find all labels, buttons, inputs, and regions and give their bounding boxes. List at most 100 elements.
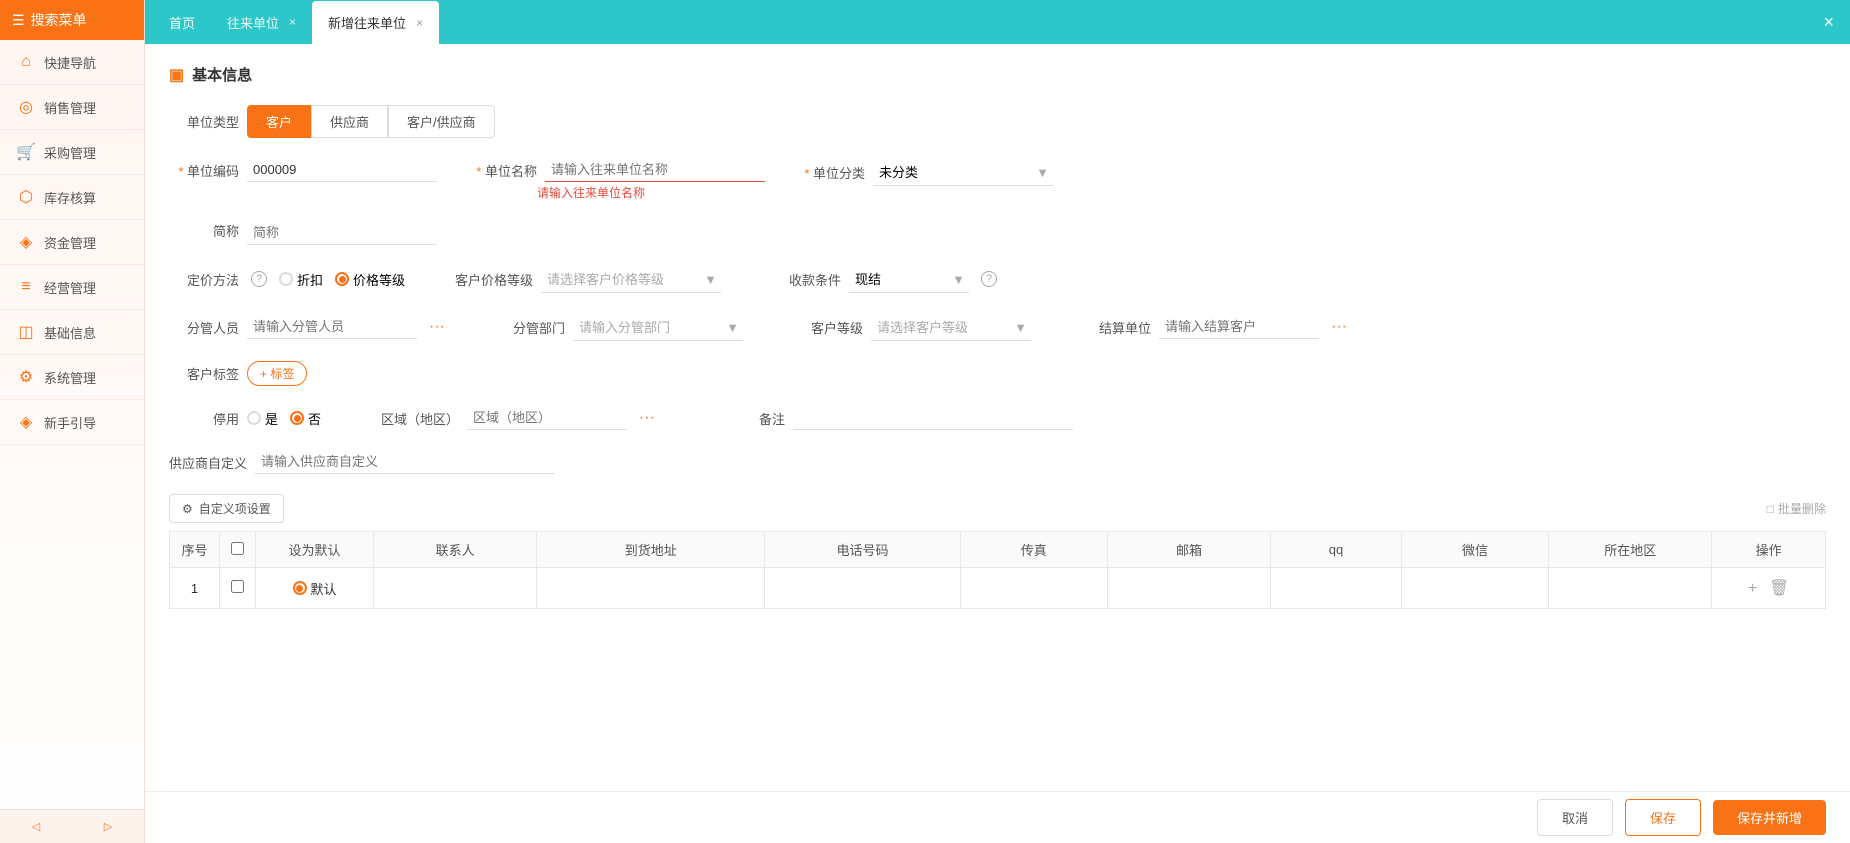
tab-partners-close[interactable]: × bbox=[289, 15, 296, 29]
row-contact-input[interactable] bbox=[415, 581, 495, 596]
settings-gear-icon: ⚙ bbox=[182, 502, 193, 516]
row-fax-input[interactable] bbox=[999, 581, 1069, 596]
row-add-button[interactable]: + bbox=[1744, 578, 1761, 600]
row-email-input[interactable] bbox=[1149, 581, 1229, 596]
unit-type-customer[interactable]: 客户 bbox=[247, 105, 311, 138]
sidebar-bottom-left[interactable]: ◁ bbox=[0, 810, 72, 843]
sidebar-item-inventory[interactable]: ⬡ 库存核算 bbox=[0, 175, 144, 220]
sidebar-bottom: ◁ ▷ bbox=[0, 809, 144, 843]
unit-category-select-wrapper: 未分类 ▼ bbox=[873, 158, 1053, 186]
pricing-discount-label: 折扣 bbox=[297, 270, 323, 289]
purchase-icon: 🛒 bbox=[16, 142, 36, 162]
department-select-wrapper[interactable]: 请输入分管部门 ▼ bbox=[573, 313, 743, 341]
table-section: ⚙ 自定义项设置 □ 批量删除 序号 设为默认 联系人 bbox=[169, 494, 1826, 609]
col-action: 操作 bbox=[1712, 532, 1826, 568]
customer-level-select-wrapper[interactable]: 请选择客户等级 ▼ bbox=[871, 313, 1031, 341]
add-tag-button[interactable]: + 标签 bbox=[247, 361, 307, 386]
unit-type-group: 客户 供应商 客户/供应商 bbox=[247, 105, 495, 138]
unit-type-row: 单位类型 客户 供应商 客户/供应商 bbox=[169, 105, 1826, 138]
pricing-level-label: 价格等级 bbox=[353, 270, 405, 289]
col-wechat: 微信 bbox=[1402, 532, 1549, 568]
sidebar-item-finance[interactable]: ◈ 资金管理 bbox=[0, 220, 144, 265]
col-region: 所在地区 bbox=[1549, 532, 1712, 568]
cancel-button[interactable]: 取消 bbox=[1537, 799, 1613, 836]
tab-new-partner-close[interactable]: × bbox=[416, 16, 423, 30]
settlement-unit-input[interactable] bbox=[1159, 315, 1319, 339]
unit-type-both[interactable]: 客户/供应商 bbox=[388, 105, 495, 138]
unit-name-label: 单位名称 bbox=[467, 161, 537, 180]
disabled-no-option[interactable]: 否 bbox=[290, 409, 321, 428]
pricing-level-option[interactable]: 价格等级 bbox=[335, 270, 405, 289]
section-title: 基本信息 bbox=[192, 64, 252, 85]
custom-settings-button[interactable]: ⚙ 自定义项设置 bbox=[169, 494, 284, 523]
sidebar-label-sales: 销售管理 bbox=[44, 98, 96, 117]
remark-field: 备注 bbox=[715, 406, 1073, 430]
tab-home[interactable]: 首页 bbox=[153, 0, 211, 44]
sidebar-item-guide[interactable]: ◈ 新手引导 bbox=[0, 400, 144, 445]
row-checkbox[interactable] bbox=[231, 580, 244, 593]
close-all-tabs[interactable]: × bbox=[1823, 12, 1834, 33]
row-wechat-input[interactable] bbox=[1440, 581, 1510, 596]
row-address-input[interactable] bbox=[591, 581, 711, 596]
section-icon: ▣ bbox=[169, 65, 184, 85]
customer-price-select-wrapper[interactable]: 请选择客户价格等级 ▼ bbox=[541, 265, 721, 293]
manager-input[interactable] bbox=[247, 315, 417, 339]
select-all-checkbox[interactable] bbox=[231, 542, 244, 555]
tabs-bar: 首页 往来单位 × 新增往来单位 × × bbox=[145, 0, 1850, 44]
save-new-button[interactable]: 保存并新增 bbox=[1713, 800, 1826, 835]
row-default-cell: 默认 bbox=[256, 568, 374, 609]
pricing-help-icon[interactable]: ? bbox=[251, 271, 267, 287]
unit-code-label: 单位编码 bbox=[169, 161, 239, 180]
supplier-custom-input[interactable] bbox=[255, 450, 555, 474]
table-settings-bar: ⚙ 自定义项设置 □ 批量删除 bbox=[169, 494, 1826, 523]
manager-label: 分管人员 bbox=[169, 318, 239, 337]
home-icon: ⌂ bbox=[16, 52, 36, 72]
save-button[interactable]: 保存 bbox=[1625, 799, 1701, 836]
unit-name-error: 请输入往来单位名称 bbox=[537, 184, 765, 201]
sidebar-bottom-right[interactable]: ▷ bbox=[72, 810, 144, 843]
remark-label: 备注 bbox=[715, 409, 785, 428]
row-email bbox=[1107, 568, 1270, 609]
row-default-radio-item[interactable]: 默认 bbox=[266, 579, 363, 598]
region-dots[interactable]: ··· bbox=[639, 409, 655, 427]
disabled-yes-option[interactable]: 是 bbox=[247, 409, 278, 428]
yes-label: 是 bbox=[265, 409, 278, 428]
operations-icon: ≡ bbox=[16, 277, 36, 297]
sidebar-label-guide: 新手引导 bbox=[44, 413, 96, 432]
tab-new-partner[interactable]: 新增往来单位 × bbox=[312, 1, 439, 45]
sidebar-item-operations[interactable]: ≡ 经营管理 bbox=[0, 265, 144, 310]
custom-settings-label: 自定义项设置 bbox=[199, 500, 271, 517]
pricing-discount-option[interactable]: 折扣 bbox=[279, 270, 323, 289]
disabled-yes-radio bbox=[247, 411, 261, 425]
row-qq-input[interactable] bbox=[1306, 581, 1366, 596]
department-label: 分管部门 bbox=[495, 318, 565, 337]
unit-type-supplier[interactable]: 供应商 bbox=[311, 105, 388, 138]
manager-dots[interactable]: ··· bbox=[429, 318, 445, 336]
sidebar-label-finance: 资金管理 bbox=[44, 233, 96, 252]
sidebar-item-basic[interactable]: ◫ 基础信息 bbox=[0, 310, 144, 355]
payment-terms-select-wrapper[interactable]: 现结 ▼ bbox=[849, 265, 969, 293]
short-name-input[interactable] bbox=[247, 221, 437, 245]
unit-name-input[interactable] bbox=[545, 158, 765, 182]
customer-tag-label: 客户标签 bbox=[169, 364, 239, 383]
region-field: 区域（地区） ··· bbox=[381, 406, 655, 430]
row-delete-button[interactable]: 🗑 bbox=[1765, 576, 1793, 600]
tab-partners[interactable]: 往来单位 × bbox=[211, 0, 312, 44]
sidebar-item-system[interactable]: ⚙ 系统管理 bbox=[0, 355, 144, 400]
sidebar-item-purchase[interactable]: 🛒 采购管理 bbox=[0, 130, 144, 175]
sidebar-search[interactable]: ☰ 搜索菜单 bbox=[0, 0, 144, 40]
guide-icon: ◈ bbox=[16, 412, 36, 432]
sidebar-item-sales[interactable]: ◎ 销售管理 bbox=[0, 85, 144, 130]
payment-help-icon[interactable]: ? bbox=[981, 271, 997, 287]
region-input[interactable] bbox=[467, 406, 627, 430]
sidebar-item-quick-nav[interactable]: ⌂ 快捷导航 bbox=[0, 40, 144, 85]
settlement-dots[interactable]: ··· bbox=[1331, 318, 1347, 336]
row-phone-input[interactable] bbox=[812, 581, 912, 596]
row-region bbox=[1549, 568, 1712, 609]
remark-input[interactable] bbox=[793, 406, 1073, 430]
unit-code-input[interactable] bbox=[247, 158, 437, 182]
sidebar-label-inventory: 库存核算 bbox=[44, 188, 96, 207]
row-region-input[interactable] bbox=[1590, 581, 1670, 596]
batch-delete-button[interactable]: □ 批量删除 bbox=[1767, 500, 1826, 517]
main-content: 首页 往来单位 × 新增往来单位 × × ▣ 基本信息 单位类型 客户 供应商 … bbox=[145, 0, 1850, 843]
